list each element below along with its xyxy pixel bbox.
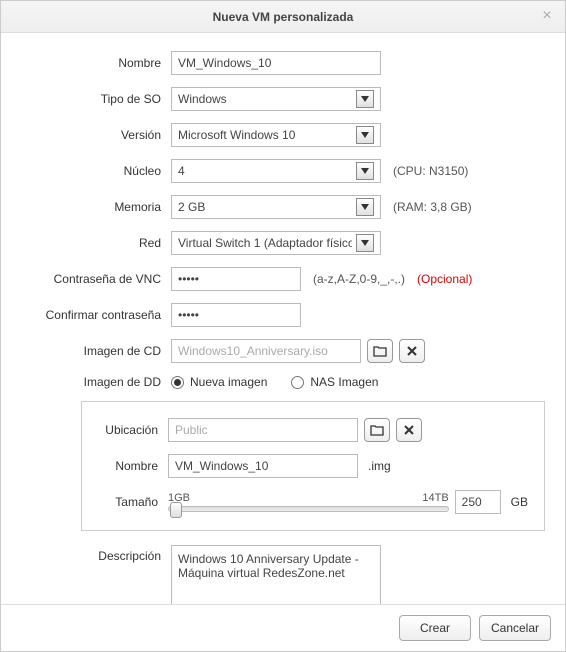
version-value: Microsoft Windows 10 <box>178 128 352 142</box>
clear-button[interactable] <box>396 418 422 442</box>
folder-icon <box>373 344 387 358</box>
vncpass-input[interactable] <box>171 267 301 291</box>
folder-icon <box>370 423 384 437</box>
browse-button[interactable] <box>364 418 390 442</box>
chevron-down-icon[interactable] <box>356 198 374 216</box>
core-label: Núcleo <box>21 164 171 178</box>
chevron-down-icon[interactable] <box>356 162 374 180</box>
memory-value: 2 GB <box>178 200 352 214</box>
confirmpass-input[interactable] <box>171 303 301 327</box>
confirmpass-label: Confirmar contraseña <box>21 308 171 322</box>
radio-nas-label: NAS Imagen <box>310 375 378 389</box>
core-select[interactable]: 4 <box>171 159 381 183</box>
memory-select[interactable]: 2 GB <box>171 195 381 219</box>
size-label: Tamaño <box>92 495 168 509</box>
version-label: Versión <box>21 128 171 142</box>
chevron-down-icon[interactable] <box>356 90 374 108</box>
size-slider[interactable]: 1GB 14TB <box>168 492 449 512</box>
dialog: Nueva VM personalizada × Nombre Tipo de … <box>0 0 566 652</box>
ddimage-label: Imagen de DD <box>21 375 171 389</box>
name-input[interactable] <box>171 51 381 75</box>
slider-thumb[interactable] <box>170 502 182 518</box>
pwd-rule-hint: (a-z,A-Z,0-9,_,-,.) <box>313 272 405 286</box>
location-label: Ubicación <box>92 423 168 437</box>
radio-new-image[interactable]: Nueva imagen <box>171 375 267 389</box>
description-textarea[interactable] <box>171 545 381 604</box>
dialog-content: Nombre Tipo de SO Windows Versión Micros… <box>1 33 565 604</box>
ostype-value: Windows <box>178 92 352 106</box>
close-icon <box>405 344 419 358</box>
radio-icon <box>291 376 304 389</box>
location-input[interactable] <box>168 418 358 442</box>
network-value: Virtual Switch 1 (Adaptador físico) <box>178 236 352 250</box>
ddname-label: Nombre <box>92 459 168 473</box>
browse-button[interactable] <box>367 339 393 363</box>
cpu-hint: (CPU: N3150) <box>393 164 468 178</box>
close-icon[interactable]: × <box>539 8 555 24</box>
chevron-down-icon[interactable] <box>356 126 374 144</box>
cdimage-input[interactable] <box>171 339 361 363</box>
cdimage-label: Imagen de CD <box>21 344 171 358</box>
slider-max: 14TB <box>422 492 448 504</box>
version-select[interactable]: Microsoft Windows 10 <box>171 123 381 147</box>
ostype-label: Tipo de SO <box>21 92 171 106</box>
radio-new-label: Nueva imagen <box>190 375 267 389</box>
radio-icon <box>171 376 184 389</box>
titlebar: Nueva VM personalizada × <box>1 1 565 33</box>
clear-button[interactable] <box>399 339 425 363</box>
ram-hint: (RAM: 3,8 GB) <box>393 200 472 214</box>
network-select[interactable]: Virtual Switch 1 (Adaptador físico) <box>171 231 381 255</box>
cancel-button[interactable]: Cancelar <box>479 615 551 641</box>
dialog-title: Nueva VM personalizada <box>213 10 354 24</box>
dialog-footer: Crear Cancelar <box>1 604 565 651</box>
memory-label: Memoria <box>21 200 171 214</box>
size-unit: GB <box>511 495 528 509</box>
size-input[interactable] <box>455 490 501 514</box>
name-label: Nombre <box>21 56 171 70</box>
create-button[interactable]: Crear <box>399 615 471 641</box>
ostype-select[interactable]: Windows <box>171 87 381 111</box>
ddname-input[interactable] <box>168 454 358 478</box>
slider-track[interactable] <box>168 506 449 512</box>
chevron-down-icon[interactable] <box>356 234 374 252</box>
img-extension: .img <box>368 459 391 473</box>
core-value: 4 <box>178 164 352 178</box>
network-label: Red <box>21 236 171 250</box>
close-icon <box>402 423 416 437</box>
dd-image-box: Ubicación Nombre .img <box>81 401 545 531</box>
radio-nas-image[interactable]: NAS Imagen <box>291 375 378 389</box>
description-label: Descripción <box>21 545 171 563</box>
vncpass-label: Contraseña de VNC <box>21 272 171 286</box>
optional-hint: (Opcional) <box>417 272 472 286</box>
